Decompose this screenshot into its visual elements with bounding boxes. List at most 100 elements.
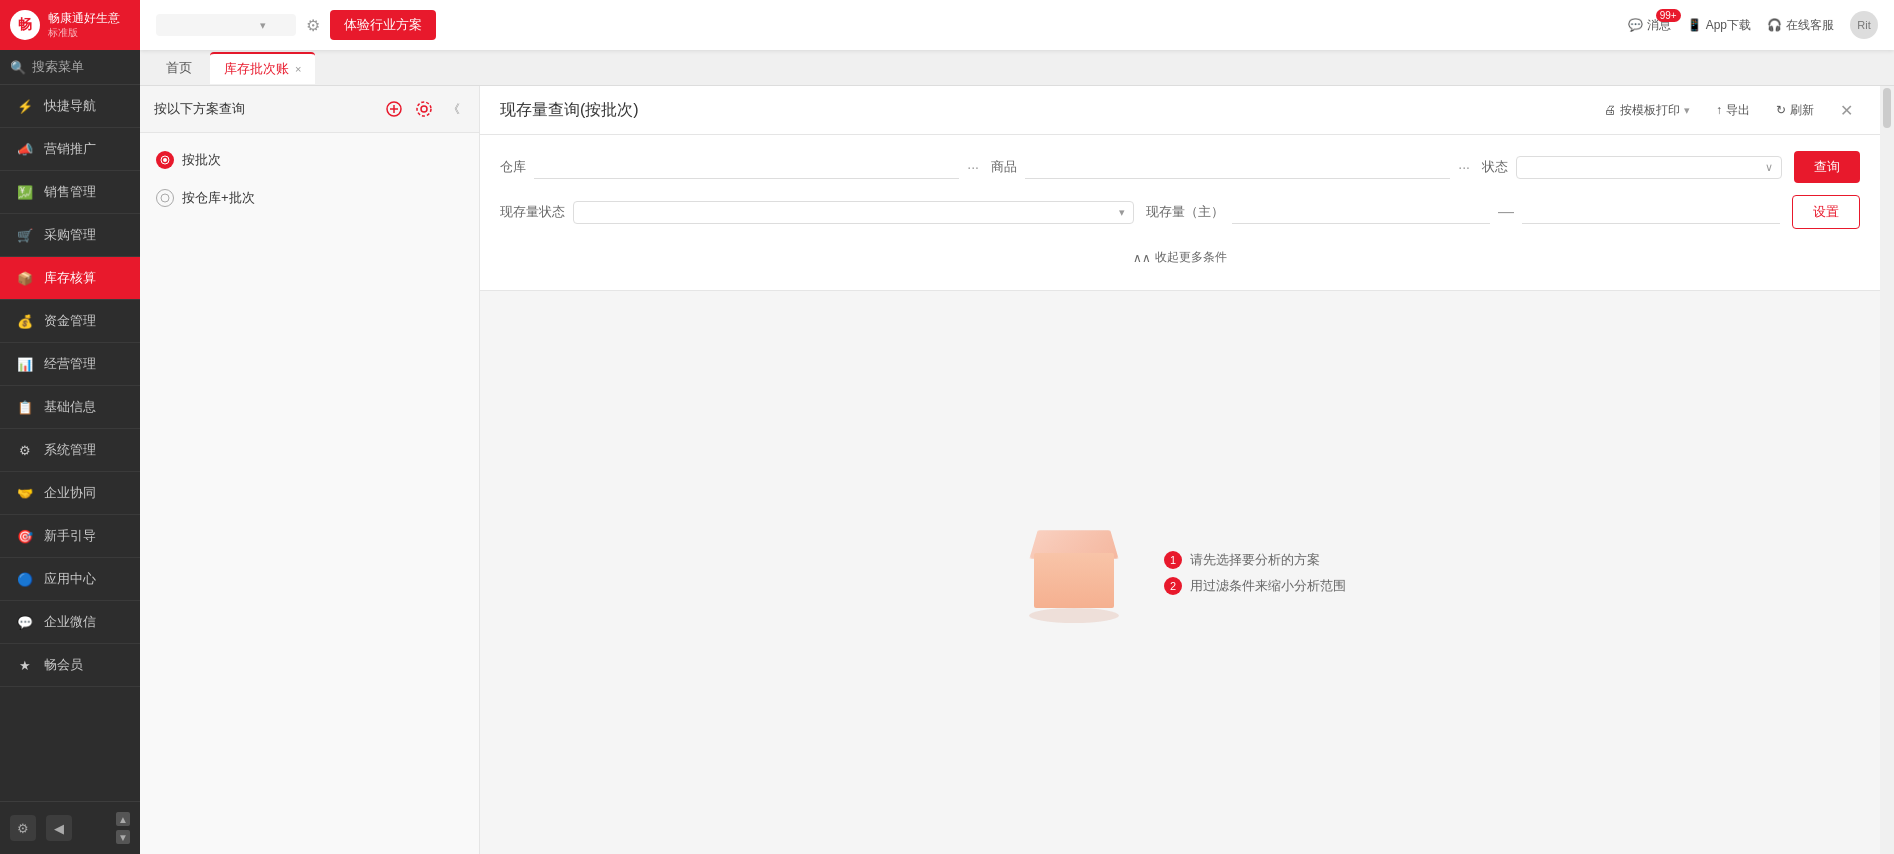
status-filter: 状态 ∨ <box>1482 156 1782 179</box>
print-dropdown-icon[interactable]: ▾ <box>1684 104 1690 117</box>
newbie-icon: 🎯 <box>16 527 34 545</box>
sidebar-nav: ⚡ 快捷导航 📣 营销推广 💹 销售管理 🛒 采购管理 📦 库存核算 💰 资金管… <box>0 85 140 801</box>
status-select[interactable]: ∨ <box>1516 156 1782 179</box>
warehouse-dots[interactable]: ··· <box>967 159 979 175</box>
operations-icon: 📊 <box>16 355 34 373</box>
sidebar-item-marketing[interactable]: 📣 营销推广 <box>0 128 140 171</box>
export-button[interactable]: ↑ 导出 <box>1708 98 1758 123</box>
scroll-down-button[interactable]: ▼ <box>116 830 130 844</box>
tip-1-text: 请先选择要分析的方案 <box>1190 551 1320 569</box>
sidebar-item-system[interactable]: ⚙ 系统管理 <box>0 429 140 472</box>
topbar-dropdown-icon[interactable]: ▾ <box>260 19 266 32</box>
tip-2-text: 用过滤条件来缩小分析范围 <box>1190 577 1346 595</box>
app-version: 标准版 <box>48 26 120 40</box>
box-body <box>1034 553 1114 608</box>
app-download-label: App下载 <box>1706 17 1751 34</box>
member-icon: ★ <box>16 656 34 674</box>
warehouse-filter: 仓库 ··· <box>500 155 979 179</box>
sidebar-item-sales[interactable]: 💹 销售管理 <box>0 171 140 214</box>
tip-2-number: 2 <box>1164 577 1182 595</box>
topbar-gear-icon[interactable]: ⚙ <box>306 16 320 35</box>
sidebar-item-finance[interactable]: 💰 资金管理 <box>0 300 140 343</box>
sidebar-header: 畅 畅康通好生意 标准版 <box>0 0 140 50</box>
inventory-status-select[interactable]: ▾ <box>573 201 1134 224</box>
export-label: 导出 <box>1726 102 1750 119</box>
topbar-search-box[interactable]: ▾ <box>156 14 296 36</box>
plan-item-by-warehouse-batch[interactable]: 按仓库+批次 <box>140 179 479 217</box>
warehouse-input[interactable] <box>534 155 959 179</box>
settings-button[interactable]: ⚙ <box>10 815 36 841</box>
plan-name-by-warehouse-batch: 按仓库+批次 <box>182 189 255 207</box>
page-title: 现存量查询(按批次) <box>500 100 639 121</box>
enterprise-wechat-icon: 💬 <box>16 613 34 631</box>
messages-button[interactable]: 💬 消息 99+ <box>1628 17 1671 34</box>
sidebar-item-label: 新手引导 <box>44 527 96 545</box>
sidebar-item-inventory[interactable]: 📦 库存核算 <box>0 257 140 300</box>
sidebar-item-enterprise-wechat[interactable]: 💬 企业微信 <box>0 601 140 644</box>
tab-close-icon[interactable]: × <box>295 63 301 75</box>
collapse-sidebar-button[interactable]: ◀ <box>46 815 72 841</box>
close-page-button[interactable]: ✕ <box>1832 96 1860 124</box>
product-input[interactable] <box>1025 155 1450 179</box>
plan-item-by-batch[interactable]: 按批次 <box>140 141 479 179</box>
sidebar-search[interactable]: 🔍 搜索菜单 <box>0 50 140 85</box>
tip-1-number: 1 <box>1164 551 1182 569</box>
scrollbar-thumb[interactable] <box>1883 88 1891 128</box>
plan-settings-button[interactable] <box>413 98 435 120</box>
inventory-status-arrow: ▾ <box>1119 206 1125 219</box>
sidebar-item-label: 销售管理 <box>44 183 96 201</box>
sidebar-item-newbie[interactable]: 🎯 新手引导 <box>0 515 140 558</box>
query-button[interactable]: 查询 <box>1794 151 1860 183</box>
print-button[interactable]: 🖨 按模板打印 ▾ <box>1596 98 1698 123</box>
search-icon: 🔍 <box>10 60 26 75</box>
refresh-icon: ↻ <box>1776 103 1786 117</box>
inventory-status-filter: 现存量状态 ▾ <box>500 201 1134 224</box>
inventory-qty-to[interactable] <box>1522 200 1780 224</box>
tab-inventory-batch-label: 库存批次账 <box>224 60 289 78</box>
sidebar-item-enterprise[interactable]: 🤝 企业协同 <box>0 472 140 515</box>
app-download-button[interactable]: 📱 App下载 <box>1687 17 1751 34</box>
experience-button[interactable]: 体验行业方案 <box>330 10 436 40</box>
svg-point-4 <box>417 102 431 116</box>
sidebar-item-label: 企业协同 <box>44 484 96 502</box>
topbar-search-input[interactable] <box>164 18 254 32</box>
inventory-qty-from[interactable] <box>1232 200 1490 224</box>
filter-row-1: 仓库 ··· 商品 ··· 状态 ∨ <box>500 151 1860 183</box>
scroll-up-button[interactable]: ▲ <box>116 812 130 826</box>
tab-home[interactable]: 首页 <box>152 53 206 83</box>
app-info: 畅康通好生意 标准版 <box>48 10 120 41</box>
refresh-button[interactable]: ↻ 刷新 <box>1768 98 1822 123</box>
sidebar-item-quick-nav[interactable]: ⚡ 快捷导航 <box>0 85 140 128</box>
plan-list: 按批次 按仓库+批次 <box>140 133 479 225</box>
collapse-left-panel-button[interactable]: 《 <box>443 98 465 120</box>
sidebar-item-label: 企业微信 <box>44 613 96 631</box>
filter-area: 仓库 ··· 商品 ··· 状态 ∨ <box>480 135 1880 291</box>
print-label: 按模板打印 <box>1620 102 1680 119</box>
sidebar-item-member[interactable]: ★ 畅会员 <box>0 644 140 687</box>
app-center-icon: 🔵 <box>16 570 34 588</box>
product-dots[interactable]: ··· <box>1458 159 1470 175</box>
sidebar-item-label: 基础信息 <box>44 398 96 416</box>
header-actions: 🖨 按模板打印 ▾ ↑ 导出 ↻ 刷新 ✕ <box>1596 96 1860 124</box>
online-service-button[interactable]: 🎧 在线客服 <box>1767 17 1834 34</box>
collapse-more-button[interactable]: ∧∧ 收起更多条件 <box>500 241 1860 274</box>
sidebar-item-operations[interactable]: 📊 经营管理 <box>0 343 140 386</box>
search-label: 搜索菜单 <box>32 58 84 76</box>
tab-inventory-batch[interactable]: 库存批次账 × <box>210 52 315 84</box>
empty-tip-1: 1 请先选择要分析的方案 <box>1164 551 1346 569</box>
user-menu-button[interactable]: Rit <box>1850 11 1878 39</box>
sidebar-item-purchase[interactable]: 🛒 采购管理 <box>0 214 140 257</box>
sidebar-item-label: 快捷导航 <box>44 97 96 115</box>
add-plan-button[interactable] <box>383 98 405 120</box>
sidebar-item-basic-info[interactable]: 📋 基础信息 <box>0 386 140 429</box>
print-icon: 🖨 <box>1604 103 1616 117</box>
svg-point-7 <box>161 194 169 202</box>
sidebar-item-app-center[interactable]: 🔵 应用中心 <box>0 558 140 601</box>
box-illustration <box>1024 528 1124 618</box>
collapse-up-icon: ∧∧ <box>1133 251 1151 265</box>
page-container: 按以下方案查询 《 <box>140 86 1894 854</box>
left-panel-header: 按以下方案查询 《 <box>140 86 479 133</box>
content-header: 现存量查询(按批次) 🖨 按模板打印 ▾ ↑ 导出 ↻ 刷新 <box>480 86 1880 135</box>
sidebar-item-label: 采购管理 <box>44 226 96 244</box>
settings-button[interactable]: 设置 <box>1792 195 1860 229</box>
